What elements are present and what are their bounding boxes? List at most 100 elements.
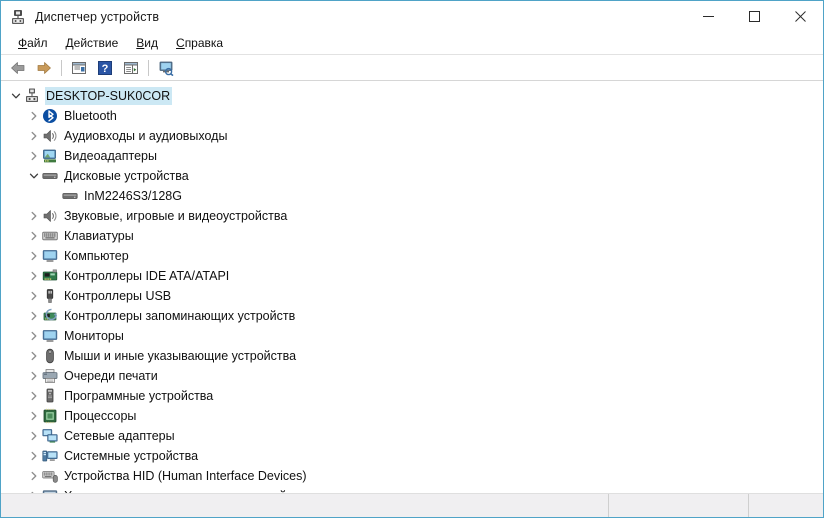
keyboard-icon <box>42 228 58 244</box>
chevron-right-icon[interactable] <box>26 146 42 166</box>
status-panel-secondary <box>608 494 748 517</box>
tree-node-mice[interactable]: Мыши и иные указывающие устройства <box>1 346 823 366</box>
menu-item-file[interactable]: Файл <box>9 34 57 52</box>
chevron-right-icon[interactable] <box>26 246 42 266</box>
tree-node-label: Программные устройства <box>64 389 214 403</box>
tree-node-label: Сетевые адаптеры <box>64 429 175 443</box>
tree-node-audio-io[interactable]: Аудиовходы и аудиовыходы <box>1 126 823 146</box>
chevron-right-icon[interactable] <box>26 206 42 226</box>
tree-node-label: Процессоры <box>64 409 137 423</box>
chevron-down-icon[interactable] <box>8 86 24 106</box>
tree-node-display-adapters[interactable]: Видеоадаптеры <box>1 146 823 166</box>
chevron-right-icon[interactable] <box>26 386 42 406</box>
hid-icon <box>42 468 58 484</box>
tree-node-label: Контроллеры запоминающих устройств <box>64 309 296 323</box>
tree-node-label: Видеоадаптеры <box>64 149 157 163</box>
help-button[interactable]: ? <box>93 57 117 79</box>
chevron-right-icon[interactable] <box>26 286 42 306</box>
tree-node-hid-devices[interactable]: Устройства HID (Human Interface Devices) <box>1 466 823 486</box>
tree-node-label: Мыши и иные указывающие устройства <box>64 349 297 363</box>
monitor-icon <box>42 328 58 344</box>
properties-button[interactable] <box>67 57 91 79</box>
device-tree[interactable]: DESKTOP-SUK0COR Bluetooth Аудиовходы и а… <box>1 81 823 493</box>
storage-controller-icon <box>42 308 58 324</box>
tree-node-label: Дисковые устройства <box>64 169 189 183</box>
chevron-right-icon[interactable] <box>26 126 42 146</box>
tree-node-processors[interactable]: Процессоры <box>1 406 823 426</box>
status-message <box>1 494 608 517</box>
tree-node-bluetooth[interactable]: Bluetooth <box>1 106 823 126</box>
chevron-right-icon[interactable] <box>26 446 42 466</box>
tree-node-monitors[interactable]: Мониторы <box>1 326 823 346</box>
menu-item-view[interactable]: Вид <box>127 34 167 52</box>
chevron-right-icon[interactable] <box>26 346 42 366</box>
tree-node-label: Контроллеры IDE ATA/ATAPI <box>64 269 230 283</box>
tree-node-software-devices[interactable]: Программные устройства <box>1 386 823 406</box>
tree-node-sound-video-game[interactable]: Звуковые, игровые и видеоустройства <box>1 206 823 226</box>
tree-node-disk-drives[interactable]: Дисковые устройства <box>1 166 823 186</box>
tree-node-storage-host-adapters[interactable]: Хост-адаптеры запоминающих устройств <box>1 486 823 493</box>
tree-node-label: DESKTOP-SUK0COR <box>45 87 173 105</box>
tree-node-label: Bluetooth <box>64 109 117 123</box>
menu-accel-help: С <box>176 36 185 50</box>
chevron-right-icon[interactable] <box>26 486 42 493</box>
tree-node-label: Компьютер <box>64 249 129 263</box>
chevron-down-icon[interactable] <box>26 166 42 186</box>
computer-root-icon <box>24 88 40 104</box>
minimize-icon <box>702 16 714 17</box>
arrow-left-icon <box>11 61 25 74</box>
tree-node-storage-controllers[interactable]: Контроллеры запоминающих устройств <box>1 306 823 326</box>
menu-rest-file: айл <box>27 36 48 50</box>
chevron-right-icon[interactable] <box>26 326 42 346</box>
tree-node-label: InM2246S3/128G <box>84 189 182 203</box>
tree-node-disk-model[interactable]: InM2246S3/128G <box>1 186 823 206</box>
chevron-right-icon[interactable] <box>26 406 42 426</box>
menu-rest-action: ействие <box>73 36 119 50</box>
toolbar-separator-2 <box>148 59 149 76</box>
software-device-icon <box>42 388 58 404</box>
tree-node-label: Клавиатуры <box>64 229 134 243</box>
chevron-right-icon[interactable] <box>26 466 42 486</box>
toolbar-separator-1 <box>61 59 62 76</box>
network-adapter-icon <box>42 428 58 444</box>
ide-controller-icon <box>42 268 58 284</box>
menu-accel-action: Д <box>65 36 74 50</box>
mouse-icon <box>42 348 58 364</box>
update-driver-icon <box>124 61 138 74</box>
tree-node-network-adapters[interactable]: Сетевые адаптеры <box>1 426 823 446</box>
scan-hardware-changes-button[interactable] <box>154 57 178 79</box>
tree-node-usb-controllers[interactable]: Контроллеры USB <box>1 286 823 306</box>
tree-node-label: Звуковые, игровые и видеоустройства <box>64 209 288 223</box>
chevron-right-icon[interactable] <box>26 226 42 246</box>
chevron-right-icon[interactable] <box>26 366 42 386</box>
close-button[interactable] <box>777 1 823 32</box>
audio-speaker-icon <box>42 128 58 144</box>
tree-node-system-devices[interactable]: Системные устройства <box>1 446 823 466</box>
tree-node-print-queues[interactable]: Очереди печати <box>1 366 823 386</box>
tree-node-root[interactable]: DESKTOP-SUK0COR <box>1 86 823 106</box>
menu-accel-file: Ф <box>18 36 28 50</box>
maximize-button[interactable] <box>731 1 777 32</box>
maximize-icon <box>748 11 760 22</box>
disk-drive-icon <box>42 168 58 184</box>
minimize-button[interactable] <box>685 1 731 32</box>
tree-node-keyboards[interactable]: Клавиатуры <box>1 226 823 246</box>
tree-node-computer[interactable]: Компьютер <box>1 246 823 266</box>
disk-drive-icon <box>62 188 78 204</box>
back-button[interactable] <box>6 57 30 79</box>
tree-node-ide-controllers[interactable]: Контроллеры IDE ATA/ATAPI <box>1 266 823 286</box>
menu-item-action[interactable]: Действие <box>57 34 128 52</box>
menu-item-help[interactable]: Справка <box>167 34 232 52</box>
chevron-right-icon[interactable] <box>26 426 42 446</box>
forward-button[interactable] <box>32 57 56 79</box>
chevron-right-icon[interactable] <box>26 306 42 326</box>
close-icon <box>794 11 806 22</box>
audio-speaker-icon <box>42 208 58 224</box>
menu-rest-view: ид <box>144 36 159 50</box>
update-driver-button[interactable] <box>119 57 143 79</box>
chevron-right-icon[interactable] <box>26 106 42 126</box>
scan-computer-icon <box>159 61 174 76</box>
chevron-right-icon[interactable] <box>26 266 42 286</box>
tree-node-label: Очереди печати <box>64 369 158 383</box>
bluetooth-icon <box>42 108 58 124</box>
